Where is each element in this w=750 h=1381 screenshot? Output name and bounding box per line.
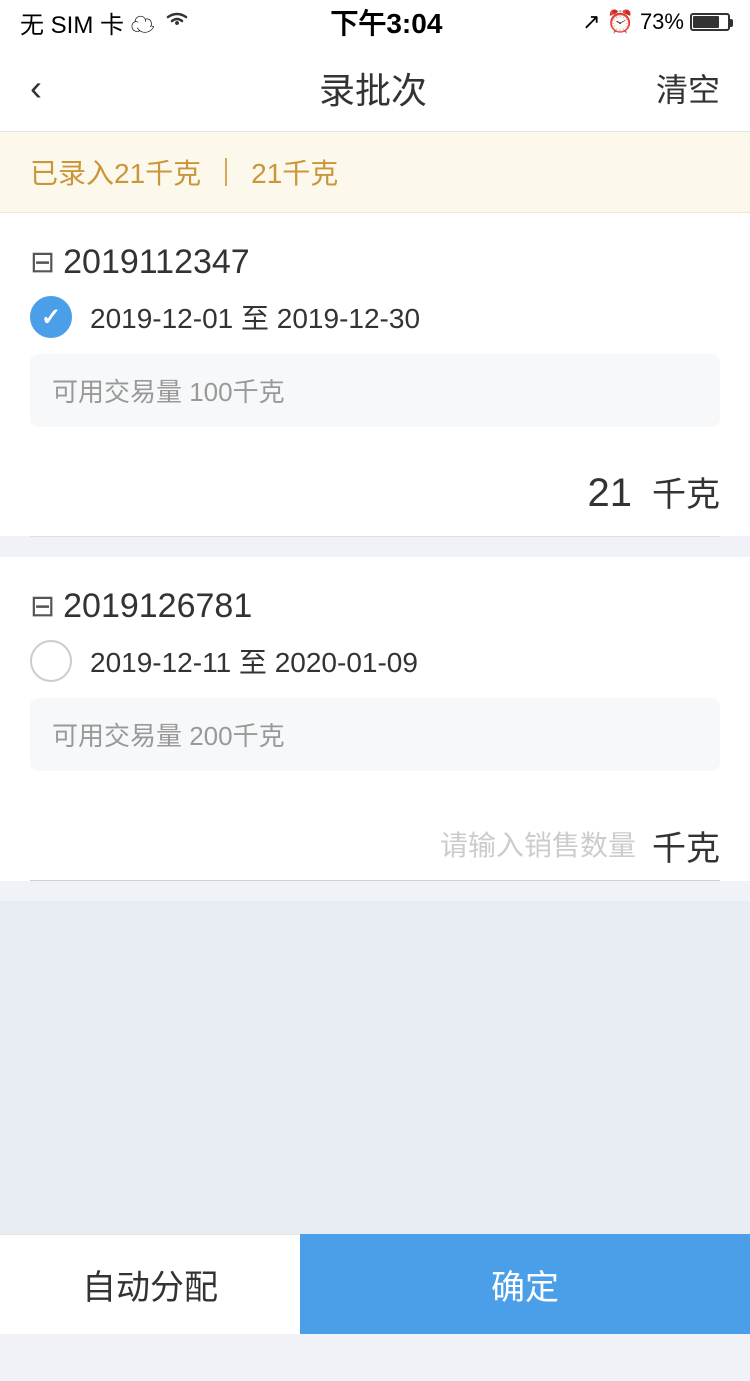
back-button[interactable]: ‹	[30, 67, 90, 109]
alarm-icon: ⏰	[607, 9, 634, 35]
clear-button[interactable]: 清空	[656, 65, 720, 111]
batch2-date-row: 2019-12-11 至 2020-01-09	[30, 640, 720, 682]
batch2-qty-box: 可用交易量 200千克	[30, 698, 720, 771]
batch2-radio[interactable]	[30, 640, 72, 682]
summary-banner: 已录入21千克 21千克	[0, 132, 750, 213]
batch2-icon: ⊟	[30, 589, 55, 624]
batch2-header: ⊟ 2019126781	[30, 587, 720, 626]
batch1-card: ⊟ 2019112347 2019-12-01 至 2019-12-30 可用交…	[0, 213, 750, 457]
batch1-id: 2019112347	[63, 243, 250, 282]
status-right: ↗ ⏰ 73%	[582, 9, 730, 35]
batch1-icon: ⊟	[30, 245, 55, 280]
battery-icon	[690, 13, 730, 31]
batch2-id: 2019126781	[63, 587, 252, 626]
bottom-bar: 自动分配 确定	[0, 1234, 750, 1334]
summary-divider	[225, 158, 227, 186]
batch2-input-section: 千克	[0, 801, 750, 881]
nav-bar: ‹ 录批次 清空	[0, 44, 750, 132]
batch2-qty-label: 可用交易量 200千克	[52, 721, 285, 751]
batch2-input-row: 千克	[0, 801, 750, 880]
summary-value: 21千克	[251, 152, 338, 192]
auto-distribute-button[interactable]: 自动分配	[0, 1234, 300, 1334]
batch1-date-row: 2019-12-01 至 2019-12-30	[30, 296, 720, 338]
batch1-value-num: 21	[588, 471, 633, 516]
battery-percent: 73%	[640, 9, 684, 35]
location-icon: ↗	[582, 9, 600, 35]
wifi-icon	[163, 8, 191, 36]
batch1-date: 2019-12-01 至 2019-12-30	[90, 297, 420, 337]
summary-prefix: 已录入21千克	[30, 152, 201, 192]
status-time: 下午3:04	[330, 2, 442, 42]
status-left: 无 SIM 卡 ☁	[20, 5, 191, 40]
page-title: 录批次	[319, 62, 427, 114]
batch1-header: ⊟ 2019112347	[30, 243, 720, 282]
batch2-card: ⊟ 2019126781 2019-12-11 至 2020-01-09 可用交…	[0, 557, 750, 801]
empty-area	[0, 901, 750, 1281]
status-bar: 无 SIM 卡 ☁ 下午3:04 ↗ ⏰ 73%	[0, 0, 750, 44]
batch1-value-unit: 千克	[652, 467, 720, 516]
section-divider	[0, 537, 750, 557]
batch2-input-underline	[30, 880, 720, 881]
batch1-qty-box: 可用交易量 100千克	[30, 354, 720, 427]
batch2-unit: 千克	[652, 821, 720, 870]
batch1-qty-label: 可用交易量 100千克	[52, 377, 285, 407]
confirm-button[interactable]: 确定	[300, 1234, 750, 1334]
batch2-qty-input[interactable]	[30, 829, 636, 863]
batch1-radio[interactable]	[30, 296, 72, 338]
batch2-date: 2019-12-11 至 2020-01-09	[90, 641, 418, 681]
batch1-value-row: 21 千克	[0, 457, 750, 536]
sim-label: 无 SIM 卡 ☁	[20, 5, 155, 40]
